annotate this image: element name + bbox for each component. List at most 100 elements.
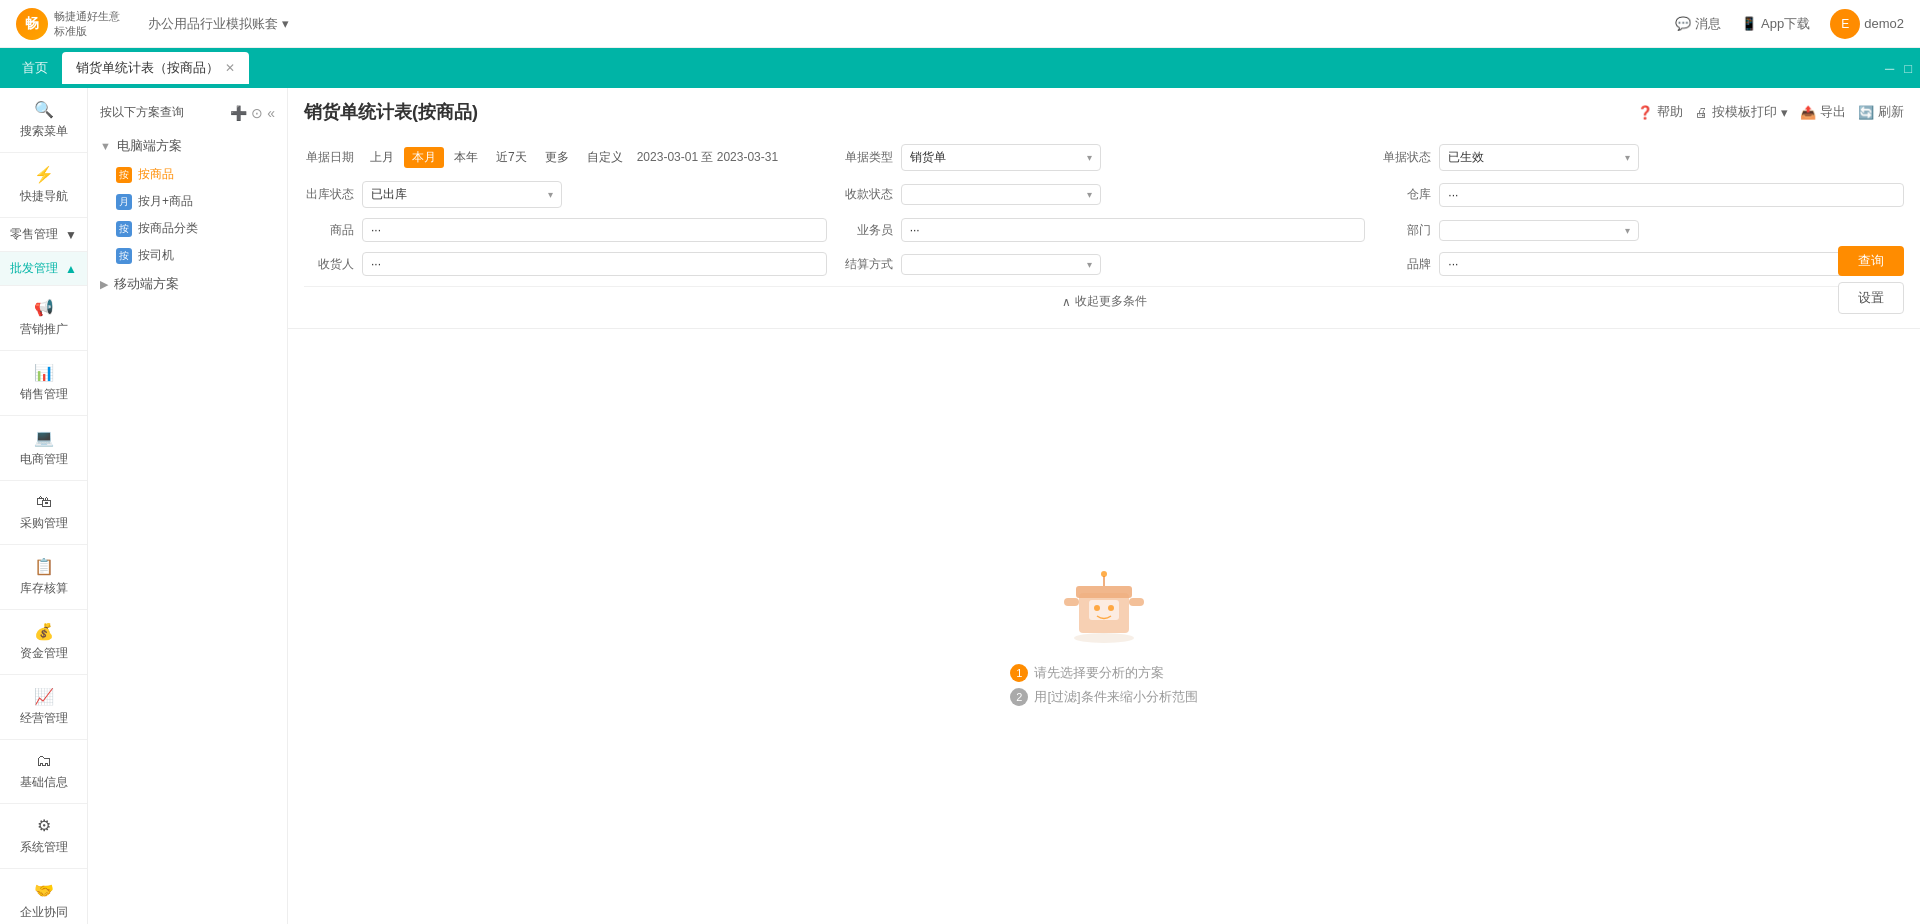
warehouse-status-select[interactable]: 已出库 ▾	[362, 181, 562, 208]
filter-date-field: 单据日期 上月 本月 本年 近7天 更多 自定义 2023-03-01 至 20…	[304, 144, 827, 171]
department-select[interactable]: ▾	[1439, 220, 1639, 241]
sidebar-item-inventory[interactable]: 📋 库存核算	[0, 545, 87, 610]
recipient-dots[interactable]: ···	[371, 257, 381, 271]
sidebar-item-basic-label: 基础信息	[20, 774, 68, 791]
filter-collection-status-field: 收款状态 ▾	[843, 181, 1366, 208]
svg-point-9	[1101, 571, 1107, 577]
settings-button[interactable]: 设置	[1838, 282, 1904, 314]
order-type-select[interactable]: 销货单 ▾	[901, 144, 1101, 171]
svg-rect-6	[1064, 598, 1079, 606]
tree-desktop[interactable]: ▼ 电脑端方案	[88, 131, 287, 161]
message-button[interactable]: 💬 消息	[1675, 15, 1721, 33]
scheme-by-category[interactable]: 按 按商品分类	[116, 215, 287, 242]
sidebar-item-sales[interactable]: 📊 销售管理	[0, 351, 87, 416]
desktop-label: 电脑端方案	[117, 137, 182, 155]
tab-bar: 首页 销货单统计表（按商品） ✕ ─ □	[0, 48, 1920, 88]
sales-icon: 📊	[34, 363, 54, 382]
brand-dots[interactable]: ···	[1448, 257, 1458, 271]
minimize-icon[interactable]: ─	[1885, 61, 1894, 76]
date-label: 单据日期	[304, 149, 354, 166]
content-area: 按以下方案查询 ➕ ⊙ « ▼ 电脑端方案 按 按商品	[88, 88, 1920, 924]
export-icon: 📤	[1800, 105, 1816, 120]
salesperson-dots[interactable]: ···	[910, 223, 920, 237]
sidebar-item-ecommerce[interactable]: 💻 电商管理	[0, 416, 87, 481]
order-type-label: 单据类型	[843, 149, 893, 166]
empty-illustration	[1054, 548, 1154, 648]
query-button[interactable]: 查询	[1838, 246, 1904, 276]
filter-warehouse-field: 仓库 ···	[1381, 181, 1904, 208]
filter-row-4: 收货人 ··· 结算方式 ▾	[304, 252, 1904, 276]
collapse-bar[interactable]: ∧ 收起更多条件	[304, 286, 1904, 316]
logo-text: 畅捷通好生意 标准版	[54, 9, 120, 38]
order-status-control: 已生效 ▾	[1439, 144, 1904, 171]
salesperson-input[interactable]: ···	[901, 218, 1366, 242]
tab-close-icon[interactable]: ✕	[225, 61, 235, 75]
department-control: ▾	[1439, 220, 1904, 241]
refresh-button[interactable]: 🔄 刷新	[1858, 103, 1904, 121]
title-actions: ❓ 帮助 🖨 按模板打印 ▾ 📤 导出 🔄 刷新	[1637, 103, 1904, 121]
sidebar-item-enterprise[interactable]: 🤝 企业协同	[0, 869, 87, 924]
date-tab-this-year[interactable]: 本年	[446, 147, 486, 168]
sidebar-item-wholesale[interactable]: 批发管理 ▲	[0, 252, 87, 286]
wholesale-label: 批发管理	[10, 260, 58, 277]
sidebar-item-finance[interactable]: 💰 资金管理	[0, 610, 87, 675]
print-icon: 🖨	[1695, 105, 1708, 120]
sidebar-item-purchase[interactable]: 🛍 采购管理	[0, 481, 87, 545]
brand-input[interactable]: ···	[1439, 252, 1904, 276]
date-tab-last-month[interactable]: 上月	[362, 147, 402, 168]
collection-status-control: ▾	[901, 184, 1366, 205]
sidebar-item-search-label: 搜索菜单	[20, 123, 68, 140]
recipient-input[interactable]: ···	[362, 252, 827, 276]
retail-label: 零售管理	[10, 226, 58, 243]
warehouse-input[interactable]: ···	[1439, 183, 1904, 207]
scheme-by-product[interactable]: 按 按商品	[116, 161, 287, 188]
date-tab-this-month[interactable]: 本月	[404, 147, 444, 168]
tab-home[interactable]: 首页	[8, 52, 62, 84]
svg-rect-2	[1076, 586, 1132, 598]
logo[interactable]: 畅 畅捷通好生意 标准版	[16, 8, 120, 40]
product-input[interactable]: ···	[362, 218, 827, 242]
app-download-button[interactable]: 📱 App下载	[1741, 15, 1810, 33]
date-tab-more[interactable]: 更多	[537, 147, 577, 168]
filter-salesperson-field: 业务员 ···	[843, 218, 1366, 242]
user-menu[interactable]: E demo2	[1830, 9, 1904, 39]
wholesale-arrow: ▲	[65, 262, 77, 276]
collection-status-select[interactable]: ▾	[901, 184, 1101, 205]
product-dots[interactable]: ···	[371, 223, 381, 237]
order-status-value: 已生效	[1448, 149, 1484, 166]
sidebar-item-operations[interactable]: 📈 经营管理	[0, 675, 87, 740]
svg-rect-7	[1129, 598, 1144, 606]
date-tab-custom[interactable]: 自定义	[579, 147, 631, 168]
help-button[interactable]: ❓ 帮助	[1637, 103, 1683, 121]
date-tab-7days[interactable]: 近7天	[488, 147, 535, 168]
svg-rect-3	[1089, 600, 1119, 620]
search-icon: 🔍	[34, 100, 54, 119]
warehouse-dots[interactable]: ···	[1448, 188, 1458, 202]
export-button[interactable]: 📤 导出	[1800, 103, 1846, 121]
month-product-label: 按月+商品	[138, 193, 193, 210]
sidebar-item-sales-label: 销售管理	[20, 386, 68, 403]
sidebar-item-system[interactable]: ⚙ 系统管理	[0, 804, 87, 869]
brand-label: 品牌	[1381, 256, 1431, 273]
scheme-by-machine[interactable]: 按 按司机	[116, 242, 287, 269]
workspace-selector[interactable]: 办公用品行业模拟账套 ▾	[148, 15, 289, 33]
scheme-month-product[interactable]: 月 按月+商品	[116, 188, 287, 215]
by-product-label: 按商品	[138, 166, 174, 183]
print-button[interactable]: 🖨 按模板打印 ▾	[1695, 103, 1788, 121]
sidebar-item-search[interactable]: 🔍 搜索菜单	[0, 88, 87, 153]
sidebar-item-retail[interactable]: 零售管理 ▼	[0, 218, 87, 252]
tree-mobile[interactable]: ▶ 移动端方案	[88, 269, 287, 299]
sidebar-item-basic[interactable]: 🗂 基础信息	[0, 740, 87, 804]
settings-scheme-button[interactable]: ⊙	[251, 105, 263, 121]
sidebar-item-quick-nav[interactable]: ⚡ 快捷导航	[0, 153, 87, 218]
sidebar-item-purchase-label: 采购管理	[20, 515, 68, 532]
date-tabs: 上月 本月 本年 近7天 更多 自定义	[362, 147, 631, 168]
maximize-icon[interactable]: □	[1904, 61, 1912, 76]
order-status-select[interactable]: 已生效 ▾	[1439, 144, 1639, 171]
payment-select[interactable]: ▾	[901, 254, 1101, 275]
collapse-panel-button[interactable]: «	[267, 105, 275, 121]
tab-stats[interactable]: 销货单统计表（按商品） ✕	[62, 52, 249, 84]
sidebar-item-marketing[interactable]: 📢 营销推广	[0, 286, 87, 351]
add-scheme-button[interactable]: ➕	[230, 105, 247, 121]
mobile-expand-icon: ▶	[100, 278, 108, 291]
